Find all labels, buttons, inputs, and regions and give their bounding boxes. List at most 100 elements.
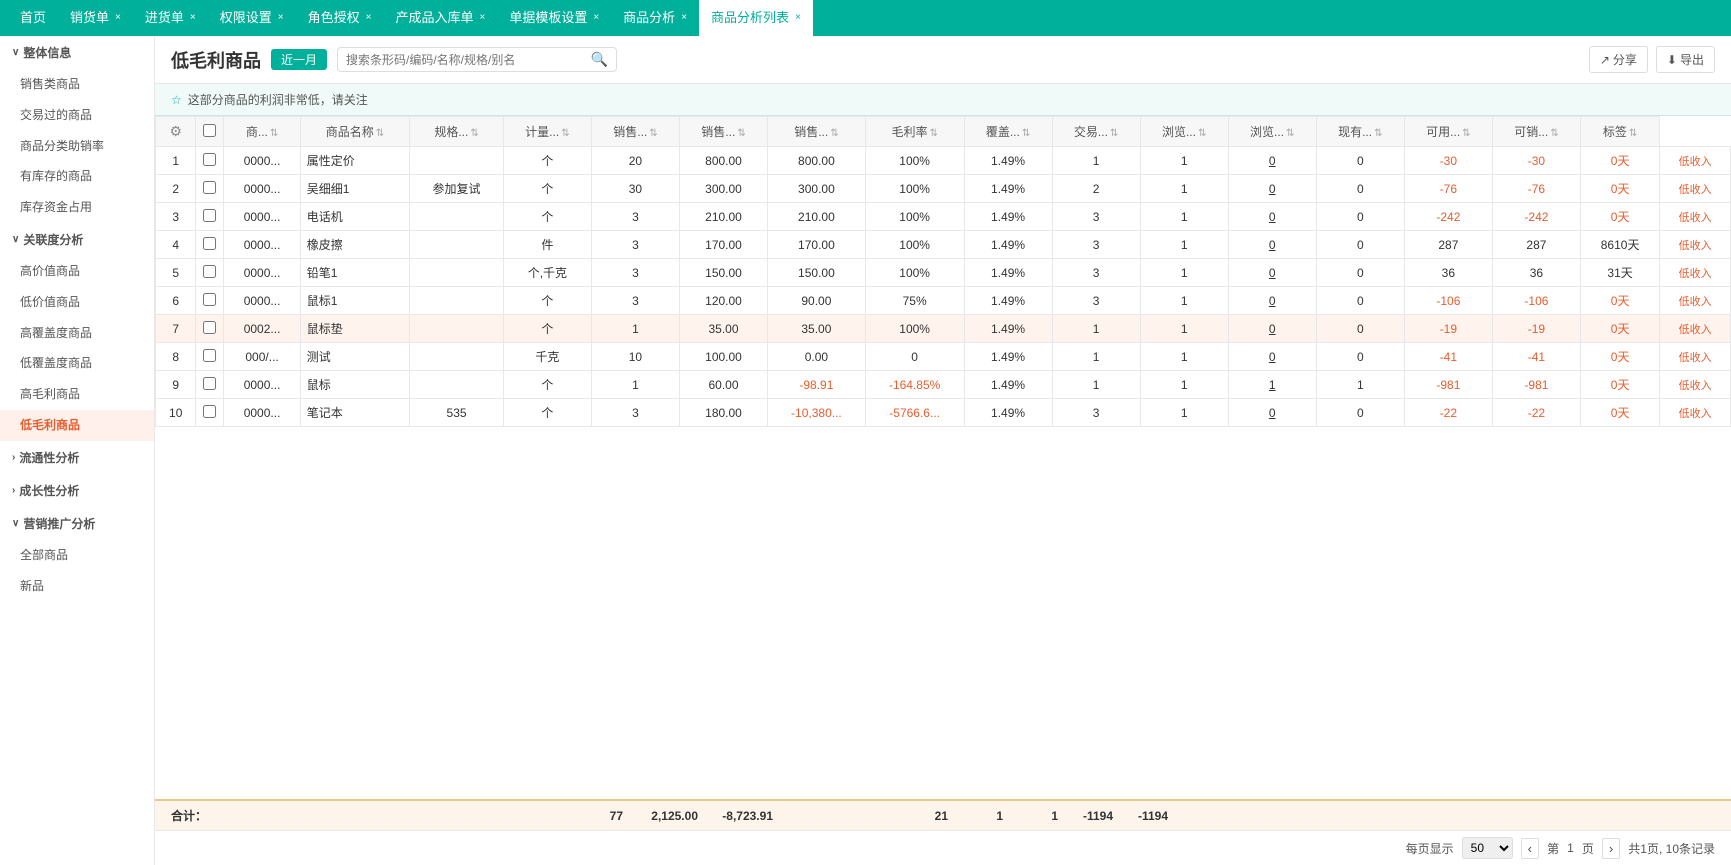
- close-icon[interactable]: ×: [681, 0, 687, 36]
- row-checkbox-cell[interactable]: [196, 231, 224, 259]
- sidebar-group-liquidity[interactable]: › 流通性分析: [0, 441, 154, 474]
- browse1-link[interactable]: 0: [1269, 182, 1276, 196]
- th-amount[interactable]: 销售...⇅: [768, 117, 866, 147]
- sidebar-group-overall[interactable]: ∨ 整体信息: [0, 36, 154, 69]
- name-cell[interactable]: 鼠标1: [300, 287, 410, 315]
- th-name[interactable]: 商品名称⇅: [300, 117, 410, 147]
- nav-analysis-list[interactable]: 商品分析列表 ×: [699, 0, 813, 36]
- browse1-cell[interactable]: 0: [1228, 231, 1316, 259]
- row-checkbox[interactable]: [203, 265, 216, 278]
- name-cell[interactable]: 鼠标垫: [300, 315, 410, 343]
- sidebar-item-low-margin[interactable]: 低毛利商品: [0, 410, 154, 441]
- browse1-cell[interactable]: 0: [1228, 399, 1316, 427]
- sidebar-group-association[interactable]: ∨ 关联度分析: [0, 223, 154, 256]
- close-icon[interactable]: ×: [593, 0, 599, 36]
- row-checkbox-cell[interactable]: [196, 287, 224, 315]
- row-checkbox-cell[interactable]: [196, 203, 224, 231]
- th-qty[interactable]: 销售...⇅: [591, 117, 679, 147]
- close-icon[interactable]: ×: [366, 0, 372, 36]
- browse1-link[interactable]: 0: [1269, 154, 1276, 168]
- next-page-button[interactable]: ›: [1602, 838, 1620, 859]
- th-checkbox[interactable]: [196, 117, 224, 147]
- close-icon[interactable]: ×: [795, 0, 801, 36]
- sidebar-item-high-value[interactable]: 高价值商品: [0, 256, 154, 287]
- browse1-cell[interactable]: 0: [1228, 315, 1316, 343]
- row-checkbox[interactable]: [203, 405, 216, 418]
- th-spec[interactable]: 规格...⇅: [410, 117, 504, 147]
- nav-permissions[interactable]: 权限设置 ×: [208, 0, 296, 36]
- row-checkbox[interactable]: [203, 321, 216, 334]
- browse1-link[interactable]: 1: [1269, 378, 1276, 392]
- sidebar-item-high-coverage[interactable]: 高覆盖度商品: [0, 318, 154, 349]
- sidebar-item-category-sales[interactable]: 商品分类助销率: [0, 131, 154, 162]
- th-gross[interactable]: 毛利率⇅: [865, 117, 964, 147]
- name-cell[interactable]: 吴细细1: [300, 175, 410, 203]
- row-checkbox[interactable]: [203, 377, 216, 390]
- th-unit[interactable]: 计量...⇅: [503, 117, 591, 147]
- browse1-cell[interactable]: 0: [1228, 259, 1316, 287]
- browse1-link[interactable]: 0: [1269, 238, 1276, 252]
- row-checkbox-cell[interactable]: [196, 147, 224, 175]
- th-stock[interactable]: 现有...⇅: [1316, 117, 1404, 147]
- browse1-link[interactable]: 0: [1269, 406, 1276, 420]
- close-icon[interactable]: ×: [278, 0, 284, 36]
- name-cell[interactable]: 鼠标: [300, 371, 410, 399]
- th-tag[interactable]: 标签⇅: [1580, 117, 1659, 147]
- row-checkbox[interactable]: [203, 237, 216, 250]
- nav-roles[interactable]: 角色授权 ×: [296, 0, 384, 36]
- th-settings[interactable]: ⚙: [156, 117, 196, 147]
- sidebar-item-all-goods[interactable]: 全部商品: [0, 540, 154, 571]
- sidebar-item-high-margin[interactable]: 高毛利商品: [0, 379, 154, 410]
- name-cell[interactable]: 笔记本: [300, 399, 410, 427]
- th-avail[interactable]: 可用...⇅: [1404, 117, 1492, 147]
- row-checkbox[interactable]: [203, 153, 216, 166]
- browse1-link[interactable]: 0: [1269, 322, 1276, 336]
- prev-page-button[interactable]: ‹: [1521, 838, 1539, 859]
- browse1-cell[interactable]: 0: [1228, 203, 1316, 231]
- export-button[interactable]: ⬇ 导出: [1656, 46, 1715, 73]
- browse1-cell[interactable]: 0: [1228, 147, 1316, 175]
- settings-icon[interactable]: ⚙: [169, 123, 182, 139]
- browse1-cell[interactable]: 0: [1228, 175, 1316, 203]
- sidebar-item-traded-goods[interactable]: 交易过的商品: [0, 100, 154, 131]
- name-cell[interactable]: 橡皮擦: [300, 231, 410, 259]
- th-browse1[interactable]: 浏览...⇅: [1140, 117, 1228, 147]
- row-checkbox[interactable]: [203, 293, 216, 306]
- browse1-cell[interactable]: 0: [1228, 287, 1316, 315]
- browse1-cell[interactable]: 1: [1228, 371, 1316, 399]
- browse1-link[interactable]: 0: [1269, 294, 1276, 308]
- close-icon[interactable]: ×: [115, 0, 121, 36]
- name-cell[interactable]: 测试: [300, 343, 410, 371]
- name-cell[interactable]: 铅笔1: [300, 259, 410, 287]
- name-cell[interactable]: 属性定价: [300, 147, 410, 175]
- th-days[interactable]: 可销...⇅: [1492, 117, 1580, 147]
- close-icon[interactable]: ×: [479, 0, 485, 36]
- select-all-checkbox[interactable]: [203, 124, 216, 137]
- nav-template[interactable]: 单据模板设置 ×: [497, 0, 611, 36]
- nav-purchase[interactable]: 进货单 ×: [133, 0, 208, 36]
- browse1-cell[interactable]: 0: [1228, 343, 1316, 371]
- browse1-link[interactable]: 0: [1269, 266, 1276, 280]
- row-checkbox[interactable]: [203, 209, 216, 222]
- browse1-link[interactable]: 0: [1269, 210, 1276, 224]
- close-icon[interactable]: ×: [190, 0, 196, 36]
- row-checkbox-cell[interactable]: [196, 175, 224, 203]
- date-tag-button[interactable]: 近一月: [271, 49, 327, 70]
- row-checkbox[interactable]: [203, 181, 216, 194]
- browse1-link[interactable]: 0: [1269, 350, 1276, 364]
- sidebar-item-sales-goods[interactable]: 销售类商品: [0, 69, 154, 100]
- nav-product-analysis[interactable]: 商品分析 ×: [611, 0, 699, 36]
- row-checkbox-cell[interactable]: [196, 343, 224, 371]
- sidebar-item-stocked-goods[interactable]: 有库存的商品: [0, 161, 154, 192]
- th-browse2[interactable]: 浏览...⇅: [1228, 117, 1316, 147]
- row-checkbox-cell[interactable]: [196, 399, 224, 427]
- sidebar-group-marketing[interactable]: ∨ 营销推广分析: [0, 507, 154, 540]
- row-checkbox-cell[interactable]: [196, 315, 224, 343]
- search-input[interactable]: [346, 53, 591, 67]
- share-button[interactable]: ↗ 分享: [1589, 46, 1648, 73]
- th-price[interactable]: 销售...⇅: [679, 117, 767, 147]
- th-coverage[interactable]: 覆盖...⇅: [964, 117, 1052, 147]
- sidebar-item-stock-capital[interactable]: 库存资金占用: [0, 192, 154, 223]
- sidebar-item-low-value[interactable]: 低价值商品: [0, 287, 154, 318]
- nav-home[interactable]: 首页: [8, 0, 58, 36]
